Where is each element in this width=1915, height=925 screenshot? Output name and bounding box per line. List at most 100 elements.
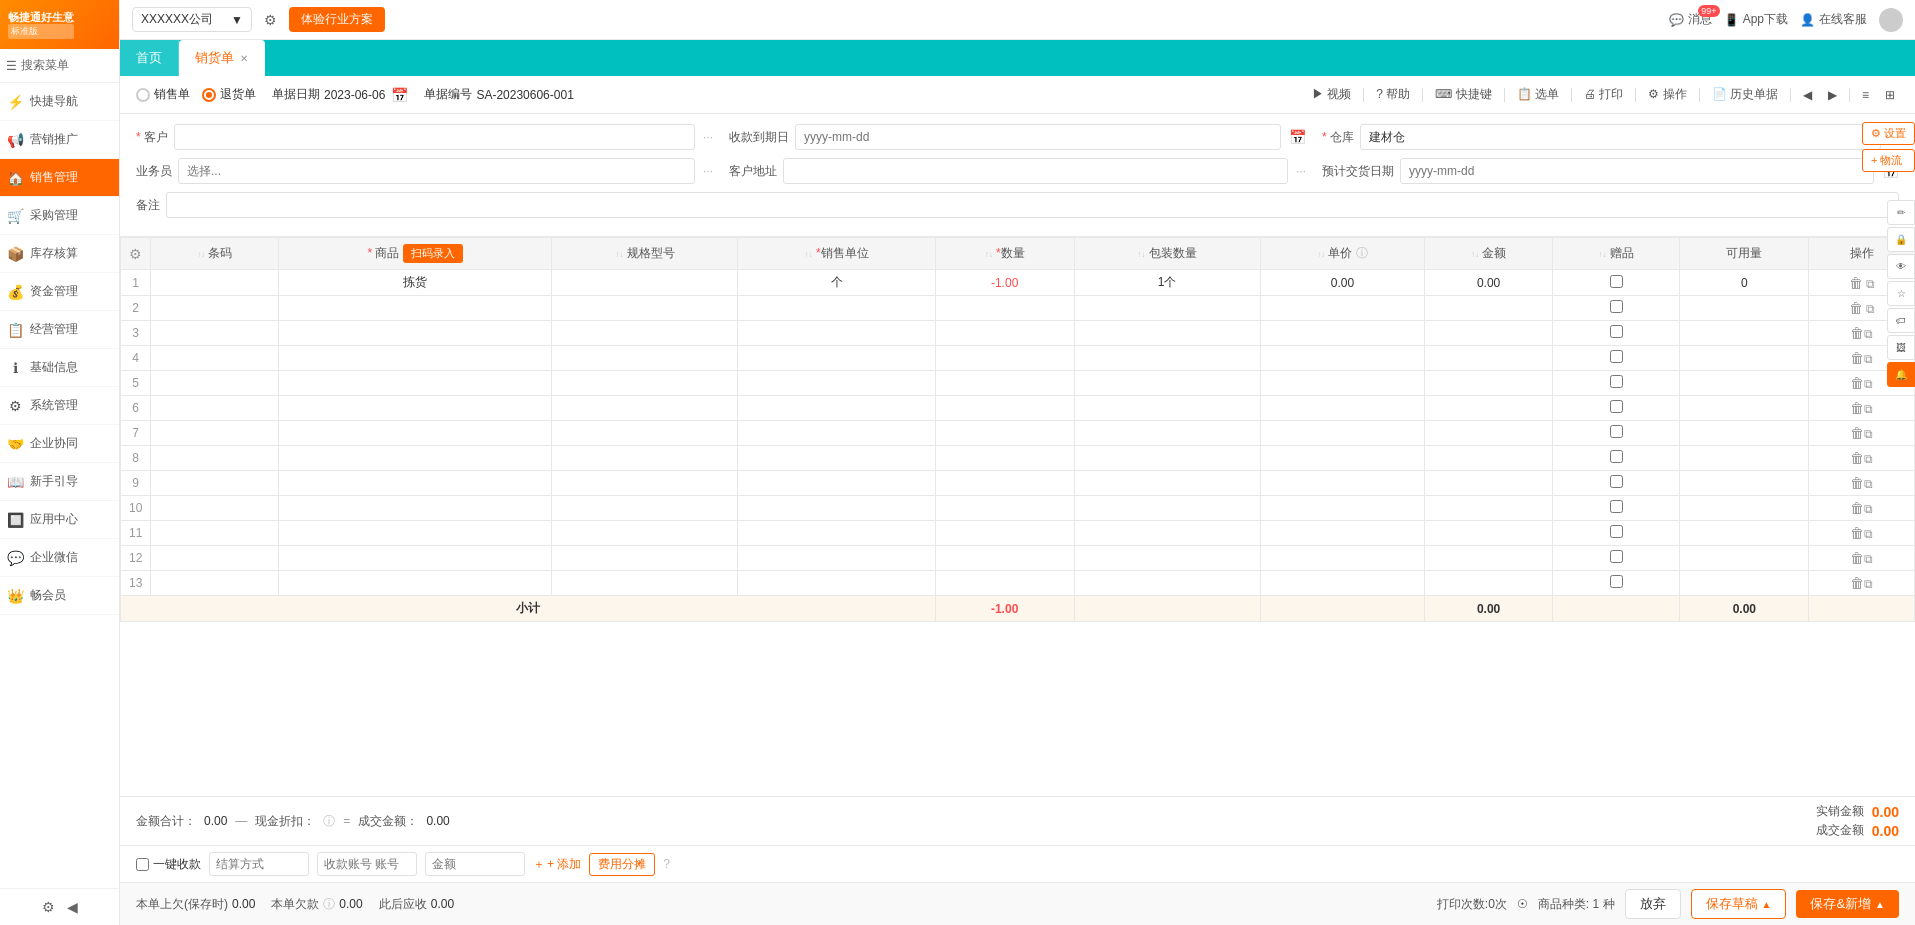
salesman-input[interactable] [178, 158, 695, 184]
tab-sales-order[interactable]: 销货单 ✕ [179, 40, 265, 76]
tool-history[interactable]: 📄 历史单据 [1708, 84, 1782, 105]
sidebar-item-purchase[interactable]: 🛒 采购管理 [0, 197, 119, 235]
delete-row-button[interactable]: 🗑 [1850, 475, 1864, 491]
cell-amount[interactable] [1425, 296, 1552, 321]
gift-checkbox[interactable] [1610, 375, 1623, 388]
delete-row-button[interactable]: 🗑 [1850, 325, 1864, 341]
customer-dots-button[interactable]: ··· [703, 130, 713, 144]
delete-row-button[interactable]: 🗑 [1850, 375, 1864, 391]
tool-grid-view[interactable]: ⊞ [1881, 86, 1899, 104]
customer-input[interactable] [174, 124, 695, 150]
expense-split-button[interactable]: 费用分摊 [589, 853, 655, 876]
payment-method-input[interactable] [209, 852, 309, 876]
copy-row-button[interactable]: ⧉ [1864, 577, 1873, 591]
address-dots-button[interactable]: ··· [1296, 164, 1306, 178]
due-date-calendar-icon[interactable]: 📅 [1289, 129, 1306, 145]
gift-checkbox[interactable] [1610, 500, 1623, 513]
price-info-icon[interactable]: ⓘ [1356, 246, 1368, 260]
sidebar-item-operation[interactable]: 📋 经营管理 [0, 311, 119, 349]
tool-prev[interactable]: ◀ [1799, 86, 1816, 104]
delete-row-button[interactable]: 🗑 [1849, 300, 1863, 316]
cell-price[interactable]: 0.00 [1260, 270, 1425, 296]
sidebar-item-finance[interactable]: 💰 资金管理 [0, 273, 119, 311]
copy-row-button[interactable]: ⧉ [1864, 452, 1873, 466]
float-notification-button[interactable]: 🔔 [1887, 362, 1915, 387]
radio-return-order[interactable]: 退货单 [202, 86, 256, 103]
cell-spec[interactable] [552, 270, 738, 296]
online-service-button[interactable]: 👤 在线客服 [1800, 11, 1867, 28]
sidebar-item-apps[interactable]: 🔲 应用中心 [0, 501, 119, 539]
sidebar-item-marketing[interactable]: 📢 营销推广 [0, 121, 119, 159]
address-input[interactable] [783, 158, 1288, 184]
delete-row-button[interactable]: 🗑 [1850, 550, 1864, 566]
sidebar-item-inventory[interactable]: 📦 库存核算 [0, 235, 119, 273]
cell-pack-qty[interactable] [1074, 296, 1260, 321]
delete-row-button[interactable]: 🗑 [1850, 575, 1864, 591]
add-payment-button[interactable]: ＋ + 添加 [533, 856, 581, 873]
delete-row-button[interactable]: 🗑 [1850, 450, 1864, 466]
gift-checkbox[interactable] [1610, 475, 1623, 488]
copy-row-button[interactable]: ⧉ [1864, 377, 1873, 391]
cell-barcode[interactable] [151, 296, 278, 321]
app-download-button[interactable]: 📱 App下载 [1724, 11, 1788, 28]
delete-row-button[interactable]: 🗑 [1850, 350, 1864, 366]
sidebar-item-member[interactable]: 👑 畅会员 [0, 577, 119, 615]
radio-sales-order[interactable]: 销售单 [136, 86, 190, 103]
cell-price[interactable] [1260, 296, 1425, 321]
avatar[interactable] [1879, 8, 1903, 32]
abandon-button[interactable]: 放弃 [1625, 889, 1681, 919]
setting-button[interactable]: ⚙ 设置 [1862, 122, 1915, 145]
cell-amount[interactable]: 0.00 [1425, 270, 1552, 296]
copy-row-button[interactable]: ⧉ [1864, 502, 1873, 516]
sidebar-settings-button[interactable]: ⚙ [40, 897, 57, 917]
float-star-button[interactable]: ☆ [1887, 281, 1915, 306]
float-tag-button[interactable]: 🏷 [1887, 308, 1915, 333]
cell-gift[interactable] [1552, 270, 1679, 296]
gift-checkbox[interactable] [1610, 350, 1623, 363]
salesman-dots-button[interactable]: ··· [703, 164, 713, 178]
cell-barcode[interactable] [151, 270, 278, 296]
float-eye-button[interactable]: 👁 [1887, 254, 1915, 279]
delete-row-button[interactable]: 🗑 [1849, 275, 1863, 291]
cell-product[interactable] [278, 296, 552, 321]
copy-row-button[interactable]: ⧉ [1864, 327, 1873, 341]
tool-next[interactable]: ▶ [1824, 86, 1841, 104]
company-selector[interactable]: XXXXXX公司 ▼ [132, 7, 252, 32]
settings-button[interactable]: ⚙ [262, 10, 279, 30]
col-gear-button[interactable]: ⚙ [129, 246, 142, 262]
gift-checkbox[interactable] [1610, 425, 1623, 438]
tool-print[interactable]: 🖨 打印 [1580, 84, 1627, 105]
float-lock-button[interactable]: 🔒 [1887, 227, 1915, 252]
gift-checkbox[interactable] [1610, 575, 1623, 588]
delete-row-button[interactable]: 🗑 [1850, 500, 1864, 516]
one-click-pay-checkbox[interactable]: 一键收款 [136, 856, 201, 873]
save-new-button[interactable]: 保存&新增 ▲ [1796, 890, 1899, 918]
warehouse-input[interactable] [1360, 124, 1881, 150]
copy-row-button[interactable]: ⧉ [1864, 402, 1873, 416]
cell-unit[interactable] [738, 296, 935, 321]
tool-select[interactable]: 📋 选单 [1513, 84, 1563, 105]
sidebar-item-sales[interactable]: 🏠 销售管理 [0, 159, 119, 197]
tool-shortcut[interactable]: ⌨ 快捷键 [1431, 84, 1495, 105]
cell-qty[interactable] [935, 296, 1074, 321]
cell-unit[interactable]: 个 [738, 270, 935, 296]
sidebar-item-shortcut[interactable]: ⚡ 快捷导航 [0, 83, 119, 121]
message-button[interactable]: 💬 消息 99+ [1669, 11, 1712, 28]
gift-checkbox[interactable] [1610, 275, 1623, 288]
sidebar-item-collab[interactable]: 🤝 企业协同 [0, 425, 119, 463]
copy-row-button[interactable]: ⧉ [1866, 277, 1875, 291]
tool-list-view[interactable]: ≡ [1858, 86, 1873, 104]
copy-row-button[interactable]: ⧉ [1866, 302, 1875, 316]
copy-row-button[interactable]: ⧉ [1864, 352, 1873, 366]
logistics-button[interactable]: + 物流 [1862, 149, 1915, 172]
total-owe-info-icon[interactable]: ⓘ [323, 896, 335, 913]
gift-checkbox[interactable] [1610, 325, 1623, 338]
cell-pack-qty[interactable]: 1个 [1074, 270, 1260, 296]
tab-home[interactable]: 首页 [120, 40, 179, 76]
copy-row-button[interactable]: ⧉ [1864, 527, 1873, 541]
one-click-checkbox[interactable] [136, 858, 149, 871]
tool-action[interactable]: ⚙ 操作 [1644, 84, 1690, 105]
sidebar-item-guide[interactable]: 📖 新手引导 [0, 463, 119, 501]
float-image-button[interactable]: 🖼 [1887, 335, 1915, 360]
delete-row-button[interactable]: 🗑 [1850, 425, 1864, 441]
